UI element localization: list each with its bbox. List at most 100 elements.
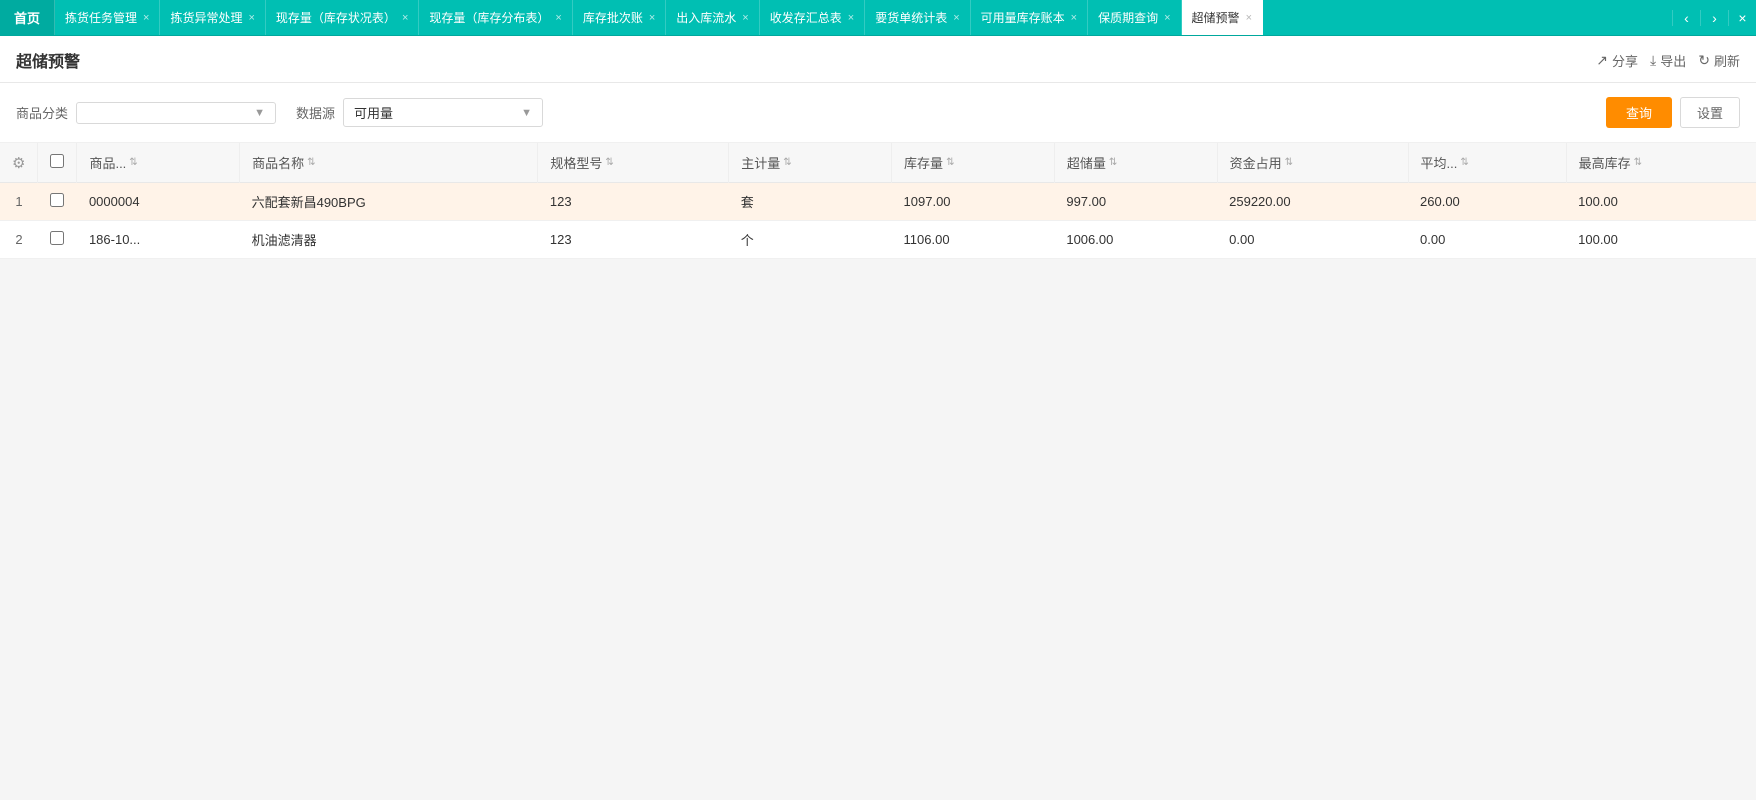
- datasource-dropdown-icon: ▼: [521, 107, 532, 119]
- th-product-name[interactable]: 商品名称 ⇅: [240, 143, 538, 183]
- nav-tab-close[interactable]: ×: [1071, 12, 1077, 24]
- page-header: 超储预警 ↗ 分享 ⤓ 导出 ↻ 刷新: [0, 36, 1756, 83]
- nav-tab[interactable]: 收发存汇总表 ×: [760, 0, 865, 35]
- share-button[interactable]: ↗ 分享: [1596, 51, 1638, 70]
- category-label: 商品分类: [16, 103, 68, 122]
- datasource-label: 数据源: [296, 103, 335, 122]
- nav-home[interactable]: 首页: [0, 0, 55, 35]
- nav-tab[interactable]: 库存批次账 ×: [573, 0, 666, 35]
- nav-tab[interactable]: 保质期查询 ×: [1088, 0, 1181, 35]
- row-checkbox-cell[interactable]: [38, 221, 77, 259]
- share-icon: ↗: [1596, 52, 1608, 69]
- category-filter-group: 商品分类 ▼: [16, 102, 276, 124]
- nav-tab-close[interactable]: ×: [953, 12, 959, 24]
- datasource-select[interactable]: 可用量 ▼: [343, 98, 543, 127]
- nav-tab[interactable]: 出入库流水 ×: [666, 0, 759, 35]
- category-select[interactable]: ▼: [76, 102, 276, 124]
- table-row: 2 186-10... 机油滤清器 123 个 1106.00 1006.00 …: [0, 221, 1756, 259]
- nav-tab-label: 库存批次账: [583, 9, 643, 26]
- th-capital[interactable]: 资金占用 ⇅: [1217, 143, 1408, 183]
- nav-tab-close[interactable]: ×: [742, 12, 748, 24]
- page-title: 超储预警: [16, 48, 80, 72]
- row-checkbox-cell[interactable]: [38, 183, 77, 221]
- sort-icon-spec: ⇅: [605, 157, 613, 168]
- category-dropdown-icon: ▼: [254, 107, 265, 119]
- nav-tab[interactable]: 拣货任务管理 ×: [55, 0, 160, 35]
- row-stock: 1097.00: [892, 183, 1055, 221]
- th-product-code[interactable]: 商品... ⇅: [77, 143, 240, 183]
- th-gear[interactable]: ⚙: [0, 143, 38, 183]
- sort-icon-capital: ⇅: [1285, 157, 1293, 168]
- nav-tab-close[interactable]: ×: [649, 12, 655, 24]
- nav-tab[interactable]: 可用量库存账本 ×: [971, 0, 1088, 35]
- sort-icon-stock: ⇅: [946, 157, 954, 168]
- row-checkbox[interactable]: [50, 193, 64, 207]
- sort-icon-product-code: ⇅: [129, 157, 137, 168]
- nav-arrows: ‹ › ×: [1672, 10, 1756, 26]
- nav-tab-close[interactable]: ×: [248, 12, 254, 24]
- nav-tab-close[interactable]: ×: [143, 12, 149, 24]
- filter-area: 商品分类 ▼ 数据源 可用量 ▼ 查询 设置: [0, 83, 1756, 143]
- row-product-code: 186-10...: [77, 221, 240, 259]
- nav-tab-label: 可用量库存账本: [981, 9, 1065, 26]
- export-button[interactable]: ⤓ 导出: [1650, 51, 1686, 70]
- table-row: 1 0000004 六配套新昌490BPG 123 套 1097.00 997.…: [0, 183, 1756, 221]
- sort-icon-product-name: ⇅: [307, 157, 315, 168]
- row-spec: 123: [538, 221, 729, 259]
- export-icon: ⤓: [1650, 52, 1656, 69]
- th-unit[interactable]: 主计量 ⇅: [729, 143, 892, 183]
- page-container: 超储预警 ↗ 分享 ⤓ 导出 ↻ 刷新 商品分类 ▼ 数据源: [0, 36, 1756, 259]
- nav-tab-close[interactable]: ×: [848, 12, 854, 24]
- table-header-row: ⚙ 商品... ⇅ 商品名称 ⇅: [0, 143, 1756, 183]
- nav-tab-label: 出入库流水: [676, 9, 736, 26]
- nav-tab-close[interactable]: ×: [402, 12, 408, 24]
- th-max-stock[interactable]: 最高库存 ⇅: [1566, 143, 1756, 183]
- row-unit: 套: [729, 183, 892, 221]
- select-all-checkbox[interactable]: [50, 154, 64, 168]
- nav-tab-label: 现存量（库存状况表）: [276, 9, 396, 26]
- data-table: ⚙ 商品... ⇅ 商品名称 ⇅: [0, 143, 1756, 259]
- sort-icon-avg: ⇅: [1460, 157, 1468, 168]
- nav-tab-label: 保质期查询: [1098, 9, 1158, 26]
- nav-bar: 首页 拣货任务管理×拣货异常处理×现存量（库存状况表）×现存量（库存分布表）×库…: [0, 0, 1756, 36]
- nav-tab-close[interactable]: ×: [555, 12, 561, 24]
- nav-tab[interactable]: 要货单统计表×: [865, 0, 970, 35]
- nav-arrow-close[interactable]: ×: [1728, 10, 1756, 26]
- row-product-name: 六配套新昌490BPG: [240, 183, 538, 221]
- th-spec[interactable]: 规格型号 ⇅: [538, 143, 729, 183]
- th-avg[interactable]: 平均... ⇅: [1408, 143, 1566, 183]
- nav-tab-close[interactable]: ×: [1246, 12, 1252, 24]
- query-button[interactable]: 查询: [1606, 97, 1672, 128]
- nav-tab-label: 拣货任务管理: [65, 9, 137, 26]
- row-max-stock: 100.00: [1566, 183, 1756, 221]
- th-over-stock[interactable]: 超储量 ⇅: [1054, 143, 1217, 183]
- th-stock[interactable]: 库存量 ⇅: [892, 143, 1055, 183]
- row-checkbox[interactable]: [50, 231, 64, 245]
- row-product-name: 机油滤清器: [240, 221, 538, 259]
- nav-tab[interactable]: 超储预警×: [1182, 0, 1263, 35]
- nav-arrow-left[interactable]: ‹: [1672, 10, 1700, 26]
- sort-icon-over-stock: ⇅: [1109, 157, 1117, 168]
- nav-tab[interactable]: 现存量（库存分布表）×: [419, 0, 572, 35]
- header-actions: ↗ 分享 ⤓ 导出 ↻ 刷新: [1596, 51, 1740, 70]
- row-capital: 259220.00: [1217, 183, 1408, 221]
- row-over-stock: 1006.00: [1054, 221, 1217, 259]
- row-num: 2: [0, 221, 38, 259]
- nav-arrow-right[interactable]: ›: [1700, 10, 1728, 26]
- row-max-stock: 100.00: [1566, 221, 1756, 259]
- row-over-stock: 997.00: [1054, 183, 1217, 221]
- settings-button[interactable]: 设置: [1680, 97, 1740, 128]
- th-checkbox[interactable]: [38, 143, 77, 183]
- refresh-button[interactable]: ↻ 刷新: [1698, 51, 1740, 70]
- row-num: 1: [0, 183, 38, 221]
- nav-tab[interactable]: 拣货异常处理 ×: [160, 0, 265, 35]
- nav-tab-close[interactable]: ×: [1164, 12, 1170, 24]
- nav-tab-label: 拣货异常处理: [170, 9, 242, 26]
- datasource-filter-group: 数据源 可用量 ▼: [296, 98, 543, 127]
- row-avg: 260.00: [1408, 183, 1566, 221]
- filter-actions: 查询 设置: [1606, 97, 1740, 128]
- row-unit: 个: [729, 221, 892, 259]
- nav-tab-label: 收发存汇总表: [770, 9, 842, 26]
- gear-icon[interactable]: ⚙: [12, 155, 25, 172]
- nav-tab[interactable]: 现存量（库存状况表） ×: [266, 0, 419, 35]
